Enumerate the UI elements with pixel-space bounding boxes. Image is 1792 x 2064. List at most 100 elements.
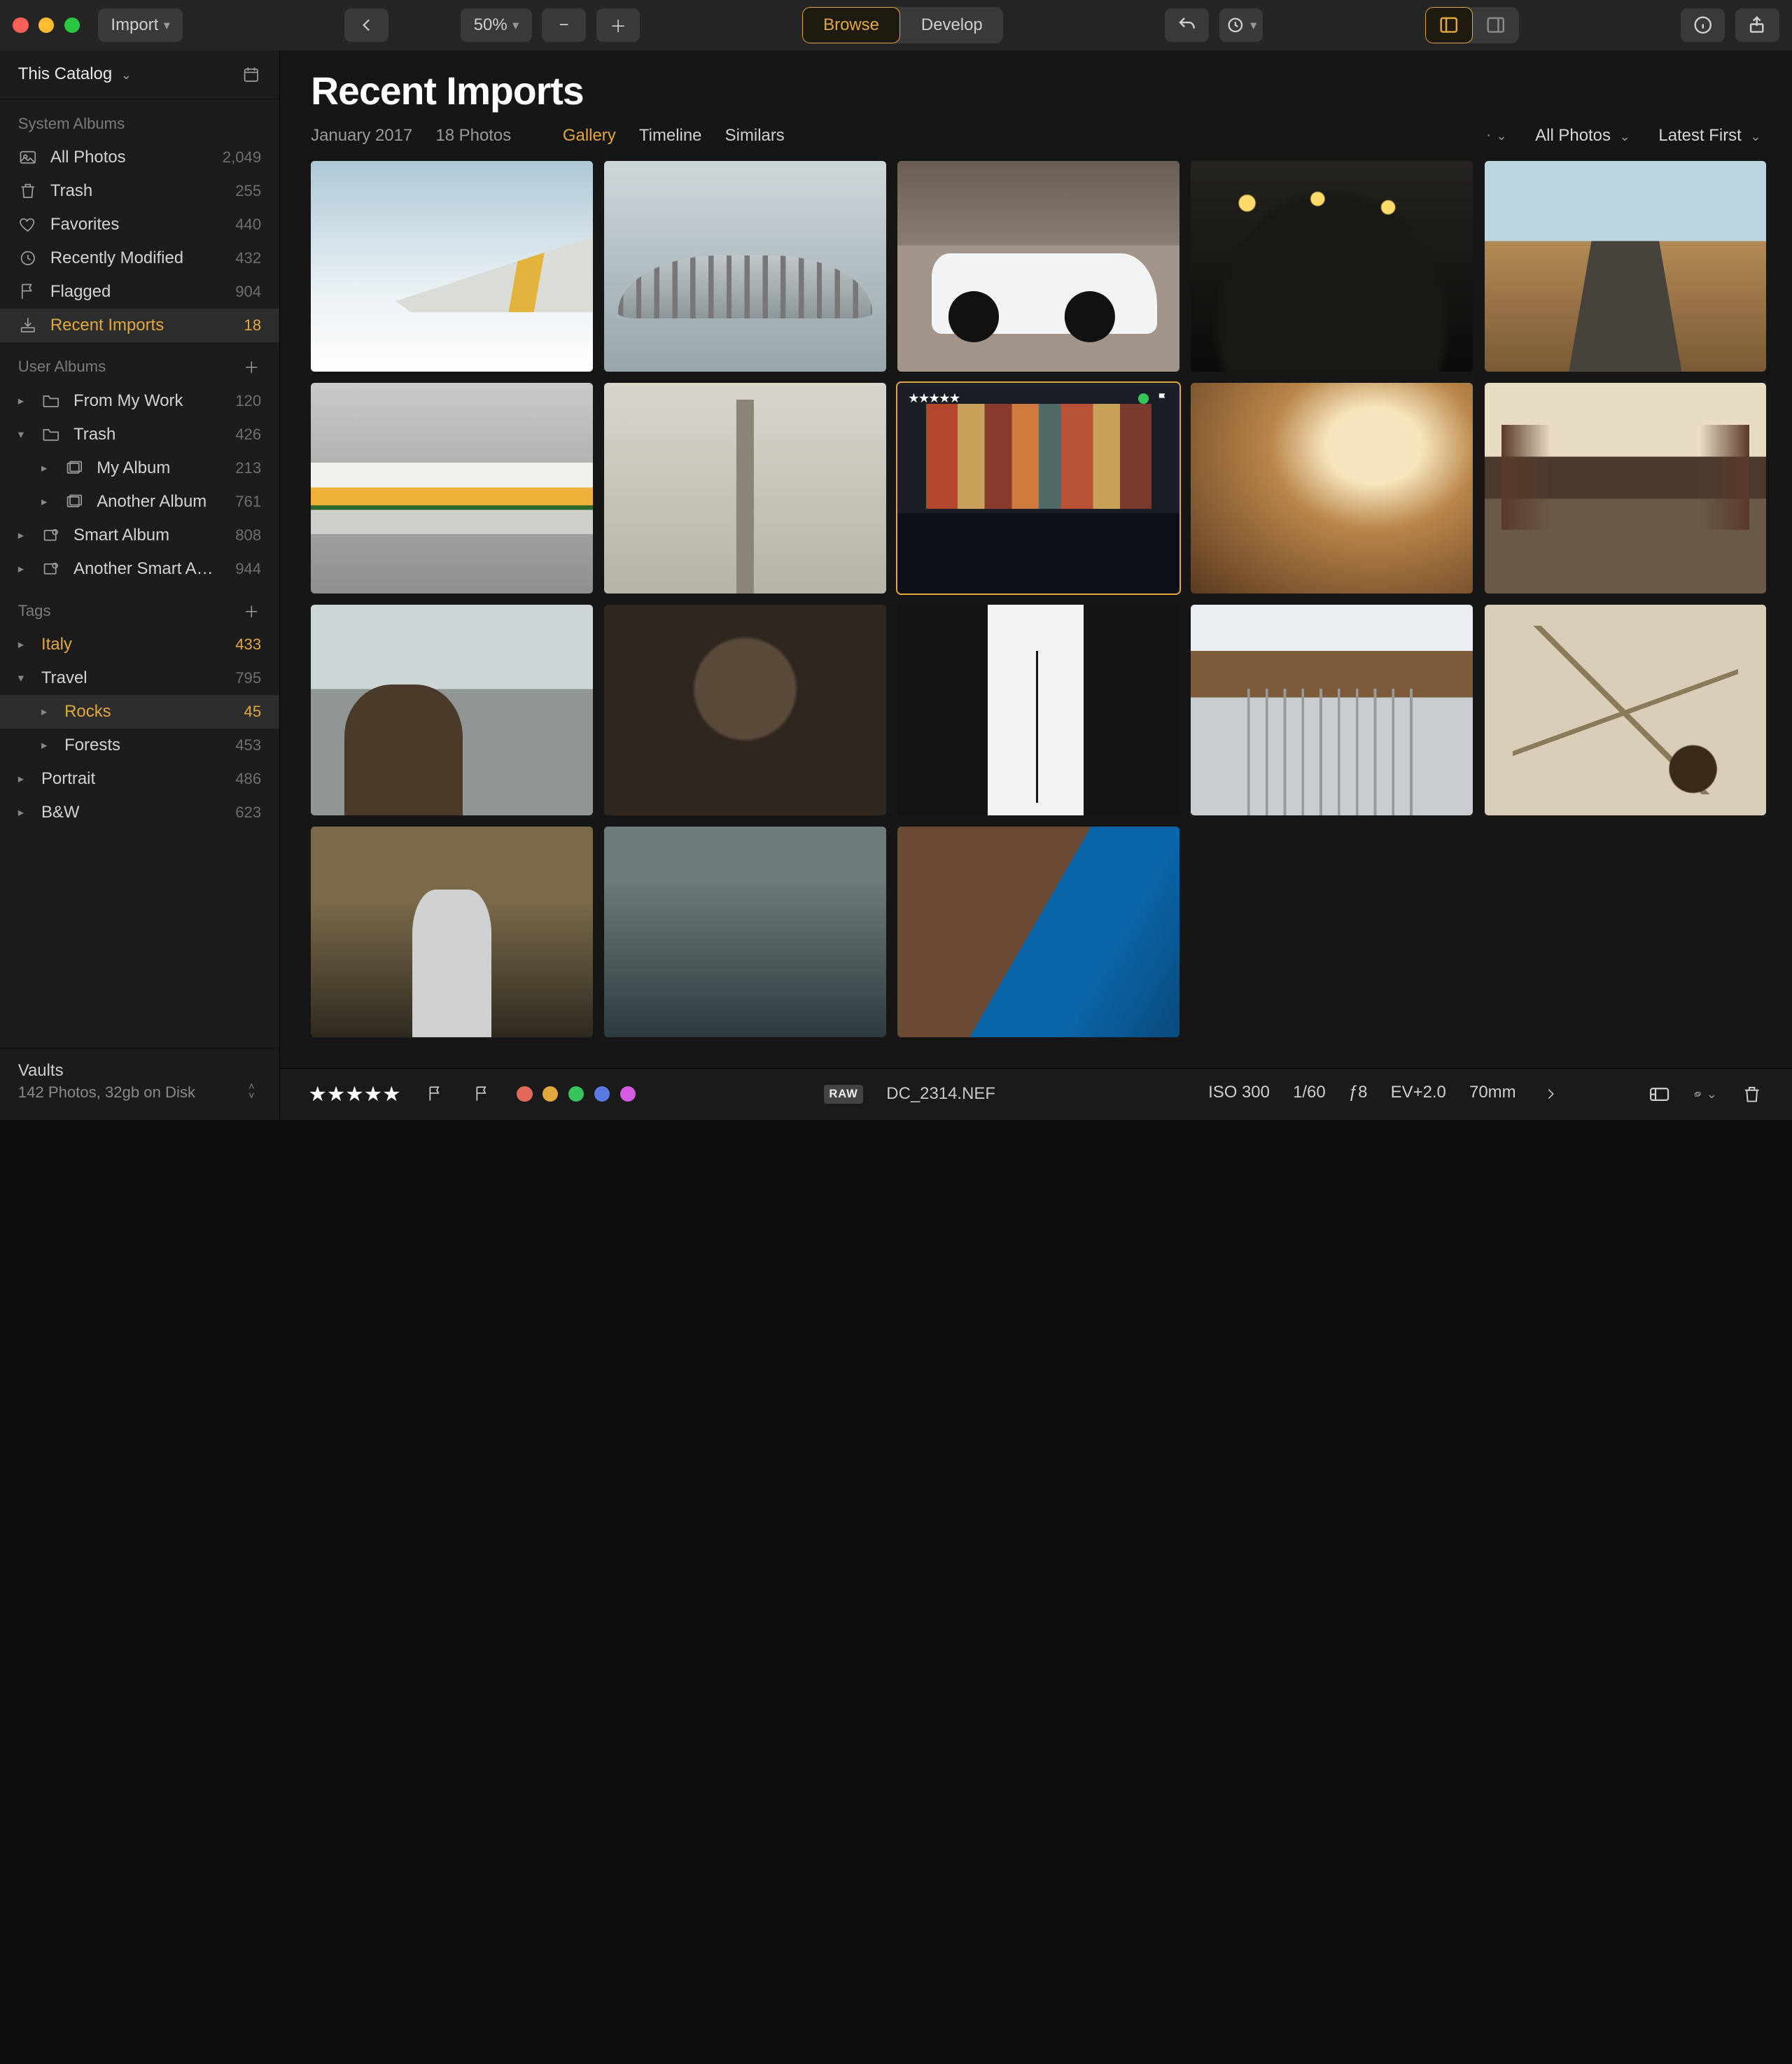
photo-thumbnail[interactable] — [1485, 605, 1767, 815]
photo-thumbnail[interactable] — [1485, 383, 1767, 593]
info-button[interactable] — [1681, 8, 1725, 42]
sidebar-item-recent-imports[interactable]: Recent Imports18 — [0, 309, 279, 342]
folder-icon — [41, 425, 61, 444]
sort-dropdown[interactable]: Latest First ⌄ — [1658, 126, 1760, 146]
sidebar-item-smart-album[interactable]: ▸Smart Album808 — [0, 519, 279, 552]
photo-thumbnail[interactable] — [604, 383, 886, 593]
color-label-d65ae2[interactable] — [620, 1086, 636, 1102]
sidebar-tag-portrait[interactable]: ▸Portrait486 — [0, 762, 279, 796]
sidebar-tag-b-w[interactable]: ▸B&W623 — [0, 796, 279, 829]
exif-more-button[interactable] — [1539, 1083, 1562, 1106]
zoom-out-button[interactable]: − — [542, 8, 586, 42]
sidebar-item-count: 18 — [244, 316, 262, 335]
photo-thumbnail[interactable] — [311, 827, 593, 1037]
photo-thumbnail[interactable] — [604, 161, 886, 371]
rating-stars[interactable]: ★★★★★ — [308, 1082, 400, 1107]
vaults-title[interactable]: Vaults — [18, 1061, 195, 1081]
view-tab-gallery[interactable]: Gallery — [563, 126, 616, 146]
catalog-selector[interactable]: This Catalog ⌄ — [0, 50, 279, 99]
photo-thumbnail[interactable] — [1191, 161, 1473, 371]
zoom-level-dropdown[interactable]: 50% ▾ — [461, 8, 531, 42]
filter-label: All Photos — [1535, 126, 1611, 145]
import-button[interactable]: Import ▾ — [98, 8, 183, 42]
layout-right-panel-button[interactable] — [1473, 7, 1519, 43]
layout-left-panel-button[interactable] — [1425, 7, 1473, 43]
close-window-button[interactable] — [13, 17, 28, 33]
disclosure-icon[interactable]: ▸ — [41, 461, 52, 475]
export-presets-button[interactable] — [1648, 1083, 1671, 1106]
photo-thumbnail[interactable] — [1485, 161, 1767, 371]
mode-browse-tab[interactable]: Browse — [802, 7, 901, 43]
mode-develop-tab[interactable]: Develop — [900, 7, 1003, 43]
exif-shutter: 1/60 — [1293, 1083, 1326, 1106]
sidebar-item-from-my-work[interactable]: ▸From My Work120 — [0, 384, 279, 418]
grid-size-control[interactable]: ⌄ — [1488, 126, 1507, 146]
clock-icon — [18, 248, 38, 268]
sidebar-item-favorites[interactable]: Favorites440 — [0, 208, 279, 241]
disclosure-icon[interactable]: ▾ — [18, 671, 29, 685]
photo-thumbnail[interactable] — [897, 605, 1180, 815]
color-label-35c55a[interactable] — [568, 1086, 584, 1102]
view-tab-timeline[interactable]: Timeline — [639, 126, 702, 146]
history-back-button[interactable] — [344, 8, 388, 42]
photo-thumbnail[interactable] — [311, 161, 593, 371]
sidebar-item-trash[interactable]: ▾Trash426 — [0, 418, 279, 451]
disclosure-icon[interactable]: ▾ — [18, 428, 29, 442]
sidebar-item-another-album[interactable]: ▸Another Album761 — [0, 485, 279, 519]
stepper-icon[interactable]: ˄˅ — [241, 1082, 261, 1102]
color-label-e2a83b[interactable] — [542, 1086, 558, 1102]
sidebar-tag-label: Rocks — [64, 702, 111, 722]
flag-outline-icon[interactable] — [470, 1083, 493, 1106]
delete-button[interactable] — [1740, 1083, 1763, 1106]
photo-thumbnail[interactable] — [311, 605, 593, 815]
sidebar-tag-travel[interactable]: ▾Travel795 — [0, 661, 279, 695]
color-label-5a7ae2[interactable] — [594, 1086, 610, 1102]
flag-solid-icon[interactable] — [424, 1083, 447, 1106]
disclosure-icon[interactable]: ▸ — [18, 772, 29, 786]
photo-thumbnail[interactable] — [311, 383, 593, 593]
sidebar-item-flagged[interactable]: Flagged 904 — [0, 275, 279, 309]
sidebar-item-count: 255 — [235, 182, 261, 200]
sidebar-item-my-album[interactable]: ▸My Album213 — [0, 451, 279, 485]
color-label-e26a5a[interactable] — [517, 1086, 532, 1102]
zoom-in-button[interactable]: ＋ — [596, 8, 640, 42]
photo-thumbnail[interactable] — [897, 161, 1180, 371]
sidebar-item-label: Flagged — [50, 282, 111, 302]
filter-dropdown[interactable]: All Photos ⌄ — [1535, 126, 1630, 146]
disclosure-icon[interactable]: ▸ — [41, 738, 52, 752]
disclosure-icon[interactable]: ▸ — [18, 562, 29, 576]
add-tag-button[interactable]: ＋ — [241, 601, 261, 621]
photo-thumbnail[interactable]: ★★★★★ — [897, 383, 1180, 593]
view-tab-similars[interactable]: Similars — [725, 126, 785, 146]
sidebar-item-trash[interactable]: Trash255 — [0, 174, 279, 208]
disclosure-icon[interactable]: ▸ — [41, 495, 52, 509]
zoom-window-button[interactable] — [64, 17, 80, 33]
photo-thumbnail[interactable] — [1191, 383, 1473, 593]
sidebar-tag-label: B&W — [41, 803, 80, 822]
photo-thumbnail[interactable] — [897, 827, 1180, 1037]
sidebar-item-label: Another Smart A… — [74, 559, 214, 579]
disclosure-icon[interactable]: ▸ — [18, 394, 29, 408]
sidebar-tag-rocks[interactable]: ▸Rocks45 — [0, 695, 279, 729]
sidebar-item-all-photos[interactable]: All Photos2,049 — [0, 141, 279, 174]
share-button[interactable] — [1735, 8, 1779, 42]
history-dropdown[interactable]: ▾ — [1219, 8, 1264, 42]
disclosure-icon[interactable]: ▸ — [18, 638, 29, 652]
export-button[interactable]: ⌄ — [1694, 1083, 1717, 1106]
sidebar-item-count: 904 — [235, 283, 261, 301]
disclosure-icon[interactable]: ▸ — [41, 705, 52, 719]
sidebar-item-recently-modified[interactable]: Recently Modified432 — [0, 241, 279, 275]
sidebar-tag-italy[interactable]: ▸Italy433 — [0, 629, 279, 662]
sidebar-tag-forests[interactable]: ▸Forests453 — [0, 729, 279, 762]
photo-thumbnail[interactable] — [604, 605, 886, 815]
add-album-button[interactable]: ＋ — [241, 358, 261, 377]
photo-thumbnail[interactable] — [604, 827, 886, 1037]
minimize-window-button[interactable] — [38, 17, 54, 33]
disclosure-icon[interactable]: ▸ — [18, 806, 29, 820]
disclosure-icon[interactable]: ▸ — [18, 528, 29, 542]
undo-button[interactable] — [1165, 8, 1209, 42]
sidebar-item-count: 808 — [235, 526, 261, 545]
photo-thumbnail[interactable] — [1191, 605, 1473, 815]
calendar-icon[interactable] — [241, 65, 261, 85]
sidebar-item-another-smart-a-[interactable]: ▸Another Smart A…944 — [0, 552, 279, 586]
